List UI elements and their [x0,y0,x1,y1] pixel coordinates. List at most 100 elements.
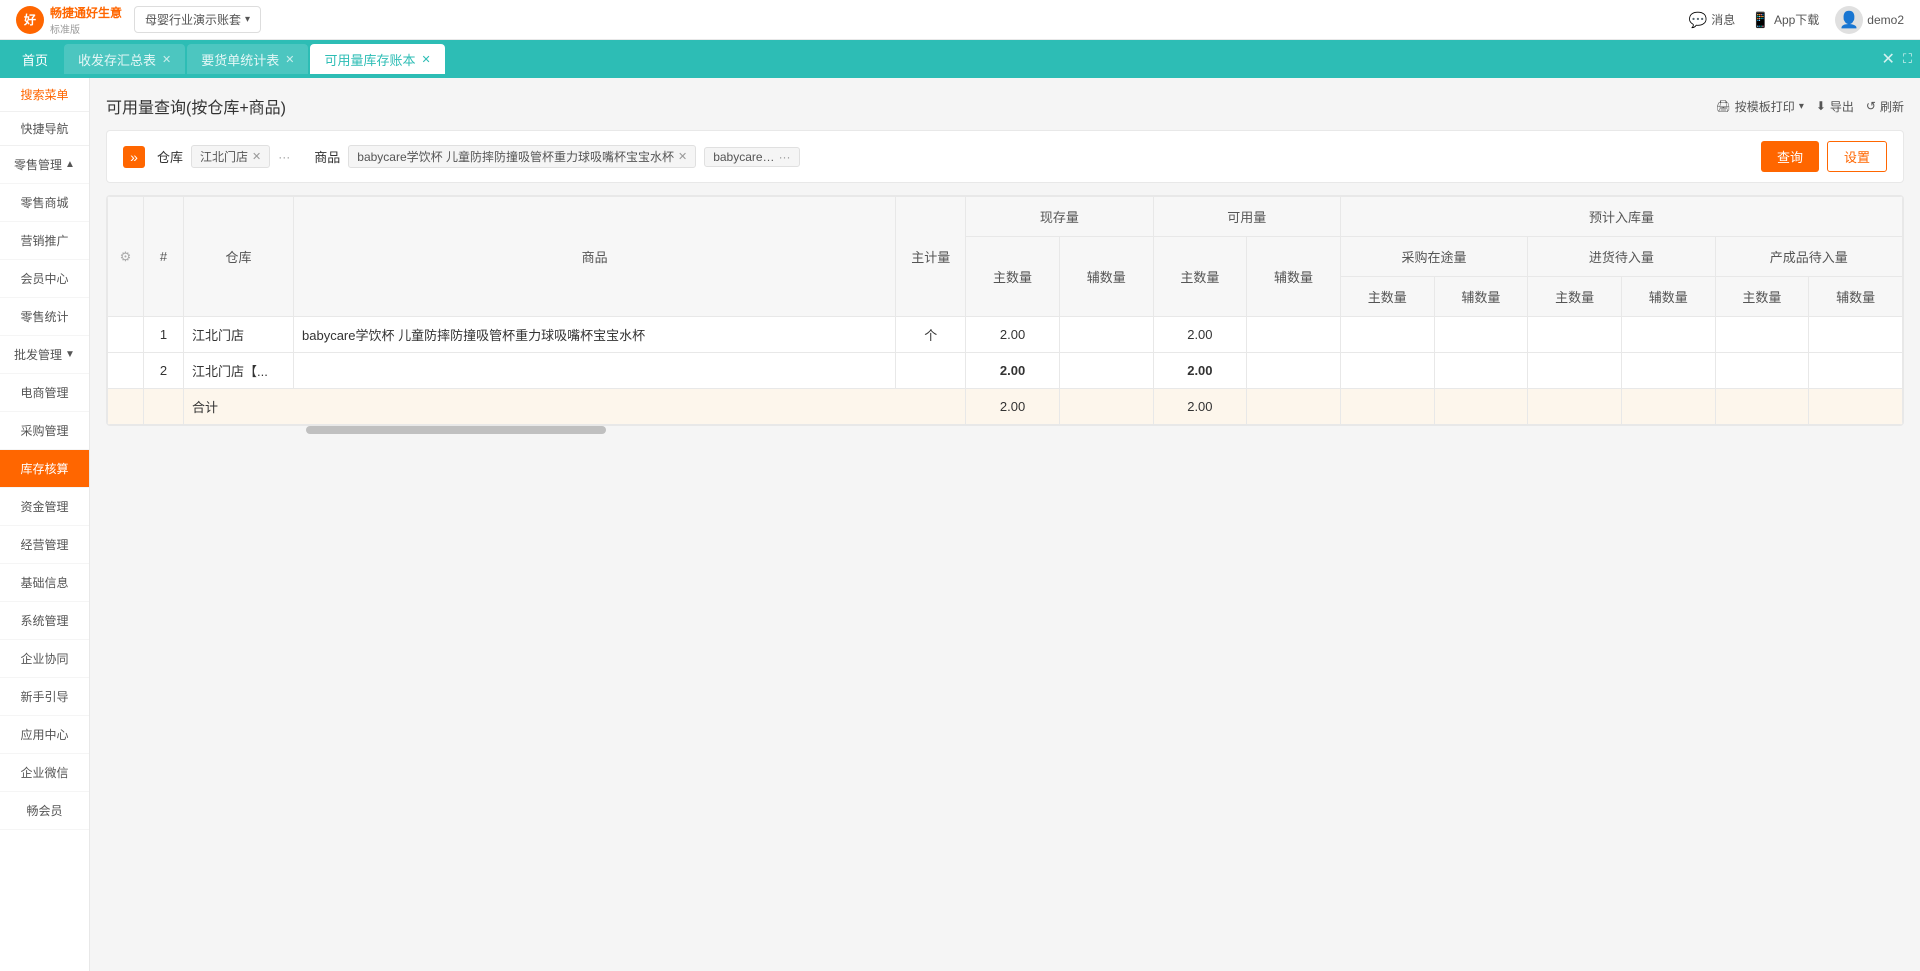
horizontal-scrollbar[interactable] [106,426,1904,434]
cell-available-aux [1247,353,1341,389]
app-download-button[interactable]: 📱 App下载 [1751,11,1819,29]
product-tag1[interactable]: babycare学饮杯 儿童防摔防撞吸管杯重力球吸嘴杯宝宝水杯 ✕ [348,145,696,168]
top-bar-left: 好 畅捷通好生意 标准版 母婴行业演示账套 ▾ [16,4,261,36]
tab-inventory[interactable]: 可用量库存账本 ✕ [310,44,444,74]
cell-purchase-main [1340,353,1434,389]
logo-text: 畅捷通好生意 标准版 [50,4,122,36]
sidebar-search[interactable]: 搜索菜单 [0,78,89,112]
sidebar-item-enterprise-wx[interactable]: 企业微信 [0,754,89,792]
tab-order-stat-label: 要货单统计表 [201,50,279,69]
sidebar-item-finance[interactable]: 资金管理 [0,488,89,526]
sidebar-item-app-center[interactable]: 应用中心 [0,716,89,754]
warehouse-tag[interactable]: 江北门店 ✕ [191,145,270,168]
sidebar-item-member2[interactable]: 畅会员 [0,792,89,830]
industry-selector[interactable]: 母婴行业演示账套 ▾ [134,6,261,33]
th-seq: # [144,197,184,317]
total-stock-main: 2.00 [966,389,1060,425]
th-incoming-main: 主数量 [1528,277,1622,317]
sidebar-item-marketing[interactable]: 营销推广 [0,222,89,260]
user-profile[interactable]: 👤 demo2 [1835,6,1904,34]
tab-expand-button[interactable]: ⛶ [1903,51,1912,67]
tab-home-label: 首页 [22,50,48,69]
content-area: 可用量查询(按仓库+商品) 🖨 按模板打印 ▾ ⬇ 导出 ↺ 刷新 [90,78,1920,971]
user-name: demo2 [1867,13,1904,27]
cell-seq: 1 [144,317,184,353]
print-button[interactable]: 🖨 按模板打印 ▾ [1716,98,1804,115]
print-icon: 🖨 [1716,99,1731,113]
refresh-label: 刷新 [1880,98,1904,115]
top-bar: 好 畅捷通好生意 标准版 母婴行业演示账套 ▾ 💬 消息 📱 App下载 👤 d… [0,0,1920,40]
sidebar-item-wholesale[interactable]: 批发管理 ▼ [0,336,89,374]
total-purchase-main [1340,389,1434,425]
th-unit: 主计量 [896,197,966,317]
sidebar-item-enterprise[interactable]: 企业协同 [0,640,89,678]
sidebar-item-system[interactable]: 系统管理 [0,602,89,640]
sidebar-item-ecom[interactable]: 电商管理 [0,374,89,412]
th-product: 商品 [294,197,896,317]
export-button[interactable]: ⬇ 导出 [1816,98,1854,115]
th-available-aux: 辅数量 [1247,237,1341,317]
sidebar-item-basic-info[interactable]: 基础信息 [0,564,89,602]
th-gear[interactable]: ⚙ [108,197,144,317]
cell-production-aux [1809,353,1903,389]
th-purchase-main: 主数量 [1340,277,1434,317]
cell-seq: 2 [144,353,184,389]
main-layout: 搜索菜单 快捷导航 零售管理 ▲ 零售商城 营销推广 会员中心 零售统计 批发管… [0,78,1920,971]
tab-home[interactable]: 首页 [8,44,62,74]
product-tag1-close[interactable]: ✕ [678,150,687,163]
sidebar-item-inventory-check[interactable]: 库存核算 [0,450,89,488]
th-stock-group: 现存量 [966,197,1153,237]
sidebar-item-retail-stat[interactable]: 零售统计 [0,298,89,336]
total-production-aux [1809,389,1903,425]
cell-purchase-aux [1434,317,1528,353]
sidebar-quick-nav[interactable]: 快捷导航 [0,112,89,146]
product-more[interactable]: ··· [779,150,791,164]
query-button[interactable]: 查询 [1761,141,1819,172]
product-tag2[interactable]: babycare… ··· [704,147,799,167]
filter-actions: 查询 设置 [1761,141,1887,172]
top-bar-right: 💬 消息 📱 App下载 👤 demo2 [1689,6,1904,34]
warehouse-tag-close[interactable]: ✕ [252,150,261,163]
th-production-group: 产成品待入量 [1715,237,1902,277]
cell-incoming-main [1528,353,1622,389]
tab-close-all-button[interactable]: ✕ [1881,49,1894,69]
page-title: 可用量查询(按仓库+商品) [106,94,286,118]
cell-available-aux [1247,317,1341,353]
cell-incoming-aux [1621,353,1715,389]
export-icon: ⬇ [1816,99,1826,113]
warehouse-more[interactable]: ··· [278,150,290,164]
sidebar-item-operations[interactable]: 经营管理 [0,526,89,564]
sidebar-item-retail-mgmt[interactable]: 零售管理 ▲ [0,146,89,184]
scrollbar-thumb[interactable] [306,426,606,434]
tab-receive-close[interactable]: ✕ [162,53,171,66]
tab-receive[interactable]: 收发存汇总表 ✕ [64,44,185,74]
tab-inventory-close[interactable]: ✕ [422,53,431,66]
cell-stock-aux [1059,317,1153,353]
logo: 好 畅捷通好生意 标准版 [16,4,122,36]
chevron-icon: ▲ [65,159,75,170]
tab-order-stat-close[interactable]: ✕ [285,53,294,66]
filter-area: » 仓库 江北门店 ✕ ··· 商品 babycare学饮杯 儿童防摔防撞吸管杯… [106,130,1904,183]
settings-button[interactable]: 设置 [1827,141,1887,172]
export-label: 导出 [1830,98,1854,115]
th-available-main: 主数量 [1153,237,1247,317]
chevron-icon: ▼ [65,349,75,360]
tab-order-stat[interactable]: 要货单统计表 ✕ [187,44,308,74]
cell-stock-aux [1059,353,1153,389]
refresh-button[interactable]: ↺ 刷新 [1866,98,1904,115]
sidebar-item-retail-mall[interactable]: 零售商城 [0,184,89,222]
cell-purchase-main [1340,317,1434,353]
total-production-main [1715,389,1809,425]
sidebar-item-purchase[interactable]: 采购管理 [0,412,89,450]
sidebar: 搜索菜单 快捷导航 零售管理 ▲ 零售商城 营销推广 会员中心 零售统计 批发管… [0,78,90,971]
sidebar-item-member[interactable]: 会员中心 [0,260,89,298]
total-gear [108,389,144,425]
message-icon: 💬 [1689,11,1708,29]
sidebar-item-newbie[interactable]: 新手引导 [0,678,89,716]
message-button[interactable]: 💬 消息 [1689,11,1736,29]
phone-icon: 📱 [1751,11,1770,29]
warehouse-label: 仓库 [157,147,183,166]
cell-unit [896,353,966,389]
filter-toggle-button[interactable]: » [123,146,145,168]
th-production-main: 主数量 [1715,277,1809,317]
